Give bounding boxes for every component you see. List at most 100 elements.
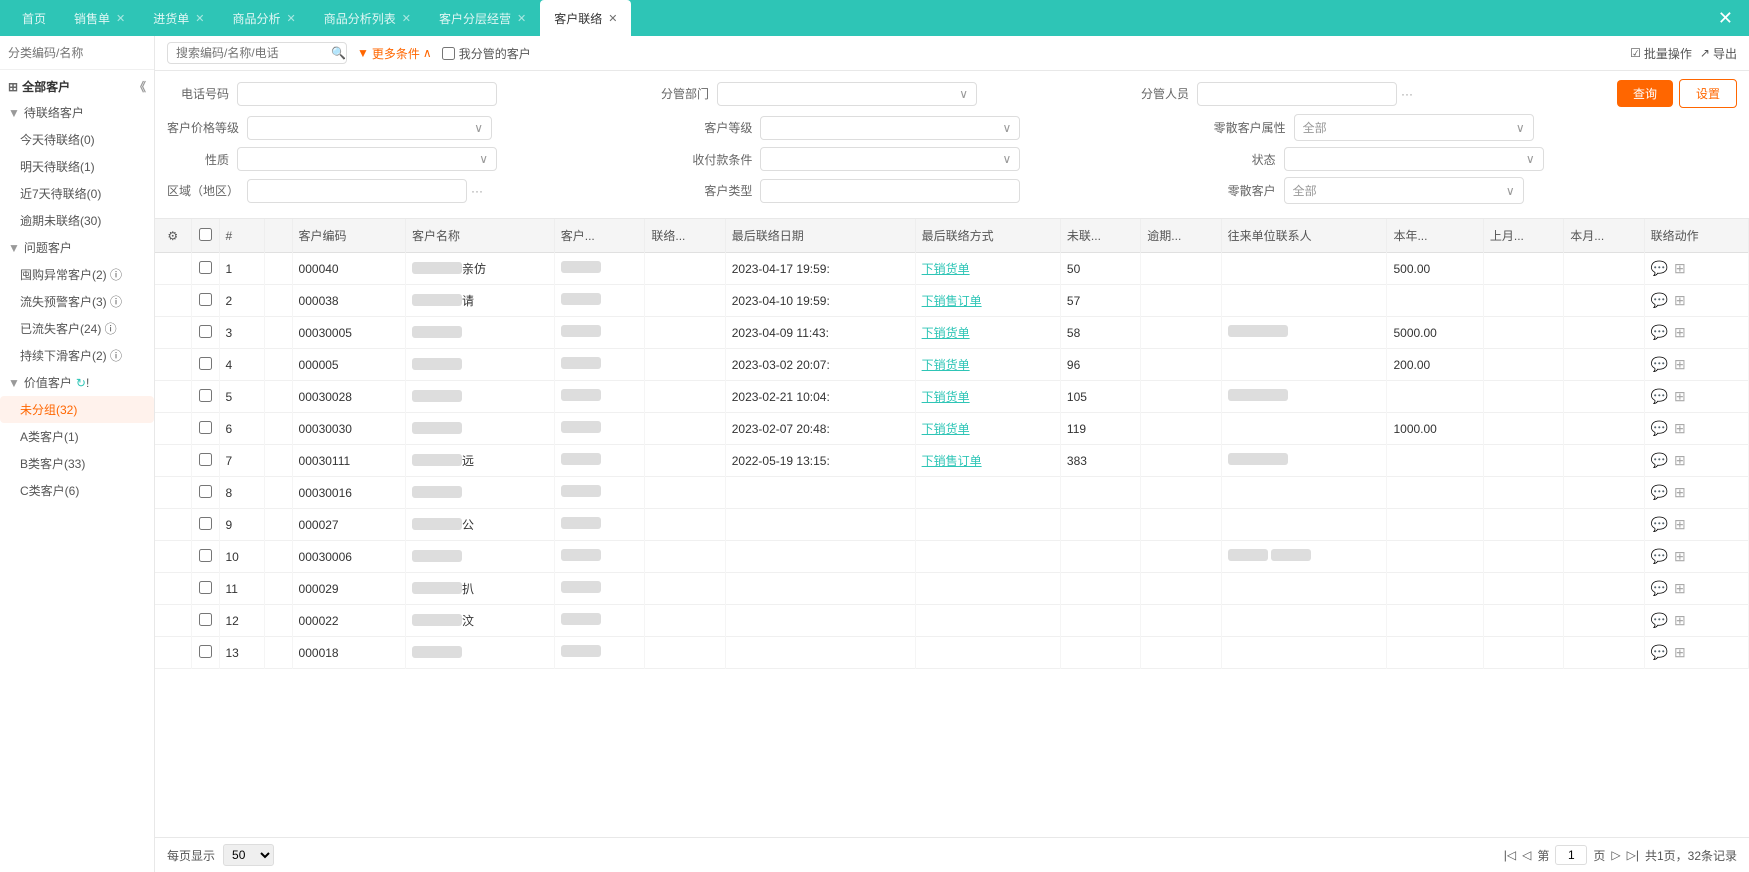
export-button[interactable]: ↗ 导出 [1700,45,1737,62]
message-icon[interactable]: 💬 [1651,484,1668,501]
page-number-input[interactable] [1555,845,1587,865]
query-button[interactable]: 查询 [1617,80,1673,107]
row-checkbox[interactable] [199,485,212,498]
group-problem-customers[interactable]: ▼ 问题客户 [0,234,154,261]
sidebar-item-class-b[interactable]: B类客户(33) [0,450,154,477]
dept-select[interactable]: ∨ [717,82,977,106]
reset-button[interactable]: 设置 [1679,79,1737,108]
sidebar-item-ungrouped[interactable]: 未分组(32) [0,396,154,423]
message-icon[interactable]: 💬 [1651,452,1668,469]
tab-sales[interactable]: 销售单 ✕ [60,0,139,36]
qr-icon[interactable]: ⊞ [1674,516,1686,533]
th-settings[interactable]: ⚙ [155,219,191,253]
sidebar-item-overdue[interactable]: 逾期未联络(30) [0,207,154,234]
message-icon[interactable]: 💬 [1651,260,1668,277]
tab-home[interactable]: 首页 [8,0,60,36]
sidebar-item-today[interactable]: 今天待联络(0) [0,126,154,153]
prev-button[interactable]: ◁ [1522,848,1531,862]
price-level-select[interactable]: ∨ [247,116,492,140]
qr-icon[interactable]: ⊞ [1674,420,1686,437]
last-method-link[interactable]: 下销货单 [922,390,970,404]
customer-type-input[interactable] [760,179,1020,203]
next-button[interactable]: ▷ [1611,848,1620,862]
row-checkbox[interactable] [199,261,212,274]
message-icon[interactable]: 💬 [1651,644,1668,661]
customer-level-select[interactable]: ∨ [760,116,1020,140]
nature-select[interactable]: ∨ [237,147,497,171]
search-input[interactable] [176,46,331,60]
message-icon[interactable]: 💬 [1651,356,1668,373]
sidebar-search-input[interactable] [8,46,155,60]
qr-icon[interactable]: ⊞ [1674,452,1686,469]
global-close-button[interactable]: ✕ [1710,8,1741,29]
tab-customer-tier[interactable]: 客户分层经营 ✕ [425,0,540,36]
sidebar-item-7days[interactable]: 近7天待联络(0) [0,180,154,207]
close-icon[interactable]: ✕ [608,12,617,25]
row-checkbox[interactable] [199,517,212,530]
group-value-customers[interactable]: ▼ 价值客户 ↻ ! [0,369,154,396]
qr-icon[interactable]: ⊞ [1674,356,1686,373]
all-customers-header[interactable]: ⊞ 全部客户 《 [0,70,154,99]
message-icon[interactable]: 💬 [1651,612,1668,629]
row-checkbox[interactable] [199,581,212,594]
qr-icon[interactable]: ⊞ [1674,548,1686,565]
qr-icon[interactable]: ⊞ [1674,292,1686,309]
qr-icon[interactable]: ⊞ [1674,324,1686,341]
sidebar-item-abnormal[interactable]: 囤购异常客户(2) ⓘ [0,261,154,288]
row-checkbox[interactable] [199,389,212,402]
region-dots[interactable]: ··· [471,184,483,198]
phone-input[interactable] [237,82,497,106]
message-icon[interactable]: 💬 [1651,420,1668,437]
sidebar-item-class-a[interactable]: A类客户(1) [0,423,154,450]
next-last-button[interactable]: ▷| [1627,848,1639,862]
status-select[interactable]: ∨ [1284,147,1544,171]
tab-customer-contact[interactable]: 客户联络 ✕ [540,0,631,36]
last-method-link[interactable]: 下销货单 [922,326,970,340]
qr-icon[interactable]: ⊞ [1674,580,1686,597]
search-icon[interactable]: 🔍 [331,46,346,60]
my-customers-check[interactable] [442,47,455,60]
sidebar-item-churned[interactable]: 已流失客户(24) ⓘ [0,315,154,342]
sidebar-item-declining[interactable]: 持续下滑客户(2) ⓘ [0,342,154,369]
payment-select[interactable]: ∨ [760,147,1020,171]
message-icon[interactable]: 💬 [1651,580,1668,597]
message-icon[interactable]: 💬 [1651,548,1668,565]
message-icon[interactable]: 💬 [1651,292,1668,309]
last-method-link[interactable]: 下销货单 [922,262,970,276]
row-checkbox[interactable] [199,357,212,370]
qr-icon[interactable]: ⊞ [1674,484,1686,501]
retail-attr-select[interactable]: 全部 ∨ [1294,114,1534,141]
row-checkbox[interactable] [199,421,212,434]
close-icon[interactable]: ✕ [116,12,125,25]
my-customers-checkbox[interactable]: 我分管的客户 [442,45,531,62]
row-checkbox[interactable] [199,645,212,658]
row-checkbox[interactable] [199,293,212,306]
row-checkbox[interactable] [199,549,212,562]
region-input[interactable] [247,179,467,203]
per-page-select[interactable]: 50 100 [223,844,274,866]
sidebar-item-churn-warning[interactable]: 流失预警客户(3) ⓘ [0,288,154,315]
last-method-link[interactable]: 下销售订单 [922,454,982,468]
message-icon[interactable]: 💬 [1651,388,1668,405]
select-all-checkbox[interactable] [199,228,212,241]
last-method-link[interactable]: 下销售订单 [922,294,982,308]
close-icon[interactable]: ✕ [402,12,411,25]
tab-product-analysis[interactable]: 商品分析 ✕ [218,0,309,36]
close-icon[interactable]: ✕ [195,12,204,25]
sidebar-item-tomorrow[interactable]: 明天待联络(1) [0,153,154,180]
close-icon[interactable]: ✕ [287,12,296,25]
qr-icon[interactable]: ⊞ [1674,612,1686,629]
tab-product-list[interactable]: 商品分析列表 ✕ [310,0,425,36]
last-method-link[interactable]: 下销货单 [922,358,970,372]
message-icon[interactable]: 💬 [1651,324,1668,341]
tab-purchase[interactable]: 进货单 ✕ [139,0,218,36]
qr-icon[interactable]: ⊞ [1674,388,1686,405]
row-checkbox[interactable] [199,325,212,338]
manager-input[interactable] [1197,82,1397,106]
collapse-icon[interactable]: 《 [134,78,146,95]
more-filter-button[interactable]: ▼ 更多条件 ∧ [357,45,432,62]
message-icon[interactable]: 💬 [1651,516,1668,533]
row-checkbox[interactable] [199,453,212,466]
row-checkbox[interactable] [199,613,212,626]
group-pending-contact[interactable]: ▼ 待联络客户 [0,99,154,126]
